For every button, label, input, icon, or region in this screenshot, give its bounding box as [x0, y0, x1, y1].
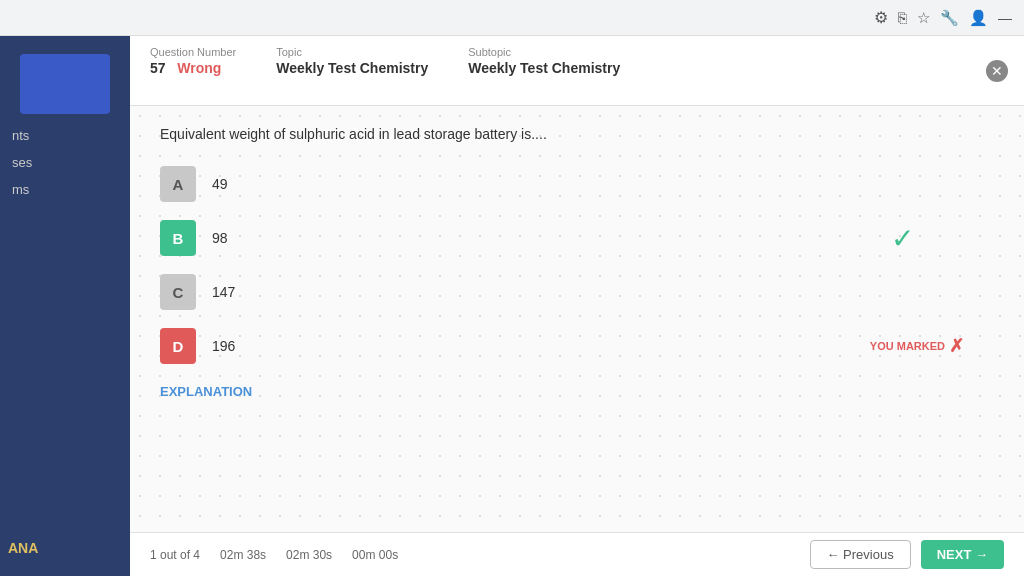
option-text-a: 49: [212, 176, 228, 192]
you-marked-x-icon: ✗: [949, 335, 964, 357]
option-label-c: C: [160, 274, 196, 310]
question-number-value: 57 Wrong: [150, 60, 236, 76]
option-row-d[interactable]: D 196 YOU MARKED ✗: [160, 328, 994, 364]
question-area: Equivalent weight of sulphuric acid in l…: [130, 106, 1024, 532]
subtopic-section: Subtopic Weekly Test Chemistry: [468, 46, 620, 76]
share-icon[interactable]: ⎘: [898, 9, 907, 26]
question-number-label: Question Number: [150, 46, 236, 58]
question-number-section: Question Number 57 Wrong: [150, 46, 236, 76]
settings-icon[interactable]: ⚙: [874, 8, 888, 27]
option-row-a[interactable]: A 49: [160, 166, 994, 202]
time-2: 02m 30s: [286, 548, 332, 562]
topic-value: Weekly Test Chemistry: [276, 60, 428, 76]
option-label-a: A: [160, 166, 196, 202]
next-button[interactable]: NEXT →: [921, 540, 1004, 569]
option-row-b[interactable]: B 98 ✓: [160, 220, 994, 256]
topic-section: Topic Weekly Test Chemistry: [276, 46, 428, 76]
question-number: 57: [150, 60, 166, 76]
extensions-icon[interactable]: 🔧: [940, 9, 959, 27]
time-3: 00m 00s: [352, 548, 398, 562]
topic-label: Topic: [276, 46, 428, 58]
left-sidebar: nts ses ms ANA: [0, 36, 130, 576]
correct-check-icon: ✓: [891, 222, 914, 255]
browser-chrome: ⚙ ⎘ ☆ 🔧 👤 —: [0, 0, 1024, 36]
subtopic-label: Subtopic: [468, 46, 620, 58]
sidebar-blue-block: [20, 54, 110, 114]
minimize-icon[interactable]: —: [998, 10, 1012, 26]
footer-info: 1 out of 4 02m 38s 02m 30s 00m 00s: [150, 548, 398, 562]
bookmark-icon[interactable]: ☆: [917, 9, 930, 27]
nav-buttons: ← Previous NEXT →: [810, 540, 1005, 569]
you-marked-label: YOU MARKED: [870, 340, 945, 352]
time-1: 02m 38s: [220, 548, 266, 562]
header-bar: Question Number 57 Wrong Topic Weekly Te…: [130, 36, 1024, 106]
sidebar-label-nts: nts: [0, 122, 41, 149]
option-text-d: 196: [212, 338, 235, 354]
main-content: Question Number 57 Wrong Topic Weekly Te…: [130, 36, 1024, 576]
sidebar-label-ms: ms: [0, 176, 41, 203]
option-label-b: B: [160, 220, 196, 256]
option-row-c[interactable]: C 147: [160, 274, 994, 310]
question-status: Wrong: [177, 60, 221, 76]
close-button[interactable]: ✕: [986, 60, 1008, 82]
prev-button[interactable]: ← Previous: [810, 540, 911, 569]
option-label-d: D: [160, 328, 196, 364]
you-marked-indicator: YOU MARKED ✗: [870, 335, 964, 357]
footer-bar: 1 out of 4 02m 38s 02m 30s 00m 00s ← Pre…: [130, 532, 1024, 576]
question-text: Equivalent weight of sulphuric acid in l…: [160, 126, 994, 142]
explanation-link[interactable]: EXPLANATION: [160, 380, 252, 403]
option-text-c: 147: [212, 284, 235, 300]
profile-icon[interactable]: 👤: [969, 9, 988, 27]
option-text-b: 98: [212, 230, 228, 246]
sidebar-bottom-label: ANA: [8, 540, 38, 556]
subtopic-value: Weekly Test Chemistry: [468, 60, 620, 76]
sidebar-label-ses: ses: [0, 149, 44, 176]
question-count: 1 out of 4: [150, 548, 200, 562]
